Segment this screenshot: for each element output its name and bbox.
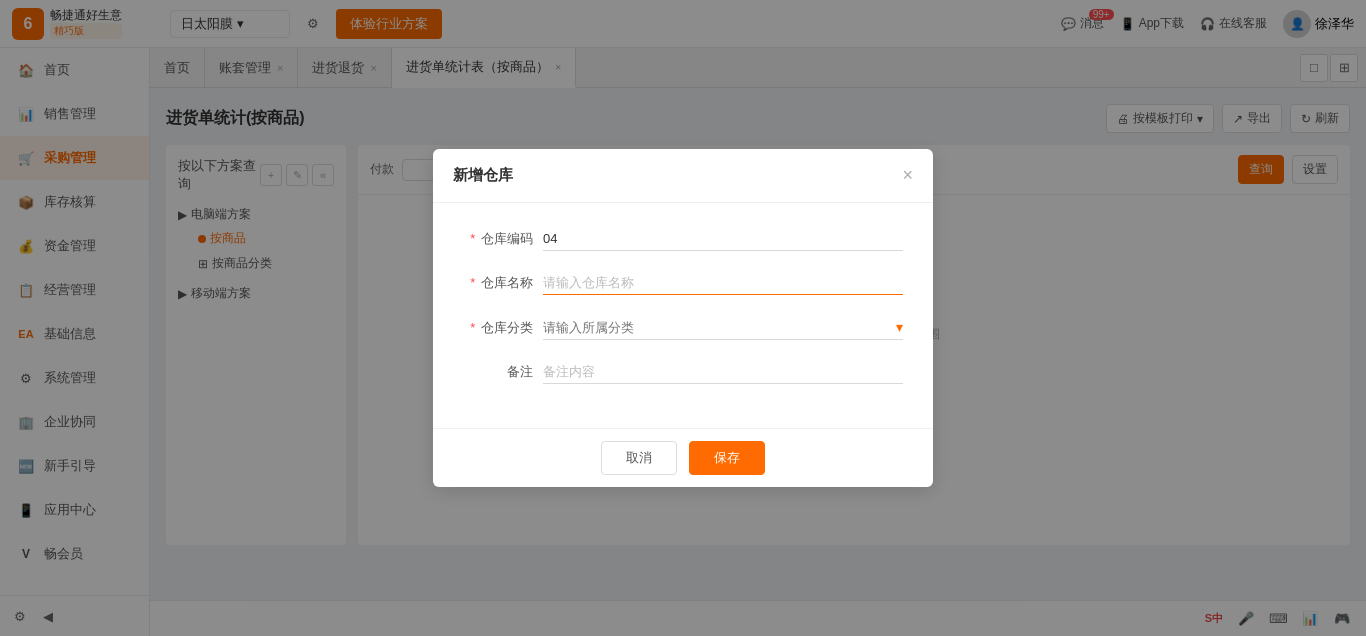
- name-label: * 仓库名称: [463, 274, 533, 292]
- dialog-title: 新增仓库: [453, 166, 513, 185]
- form-row-remark: 备注: [463, 360, 903, 384]
- category-input[interactable]: [543, 320, 896, 335]
- dialog-footer: 取消 保存: [433, 428, 933, 487]
- name-required-star: *: [470, 275, 475, 290]
- dialog-header: 新增仓库 ×: [433, 149, 933, 203]
- category-dropdown-icon: ▾: [896, 319, 903, 335]
- category-label: * 仓库分类: [463, 319, 533, 337]
- save-button[interactable]: 保存: [689, 441, 765, 475]
- form-row-category: * 仓库分类 ▾: [463, 315, 903, 340]
- category-select[interactable]: ▾: [543, 315, 903, 340]
- name-input[interactable]: [543, 271, 903, 295]
- form-row-code: * 仓库编码: [463, 227, 903, 251]
- dialog-body: * 仓库编码 * 仓库名称 * 仓库分类: [433, 203, 933, 428]
- add-warehouse-dialog: 新增仓库 × * 仓库编码 * 仓库名称: [433, 149, 933, 487]
- cancel-button[interactable]: 取消: [601, 441, 677, 475]
- code-required-star: *: [470, 231, 475, 246]
- category-required-star: *: [470, 320, 475, 335]
- form-row-name: * 仓库名称: [463, 271, 903, 295]
- remark-label: 备注: [463, 363, 533, 381]
- dialog-close-button[interactable]: ×: [902, 165, 913, 186]
- remark-input[interactable]: [543, 360, 903, 384]
- code-label: * 仓库编码: [463, 230, 533, 248]
- code-input[interactable]: [543, 227, 903, 251]
- modal-overlay: 新增仓库 × * 仓库编码 * 仓库名称: [0, 0, 1366, 636]
